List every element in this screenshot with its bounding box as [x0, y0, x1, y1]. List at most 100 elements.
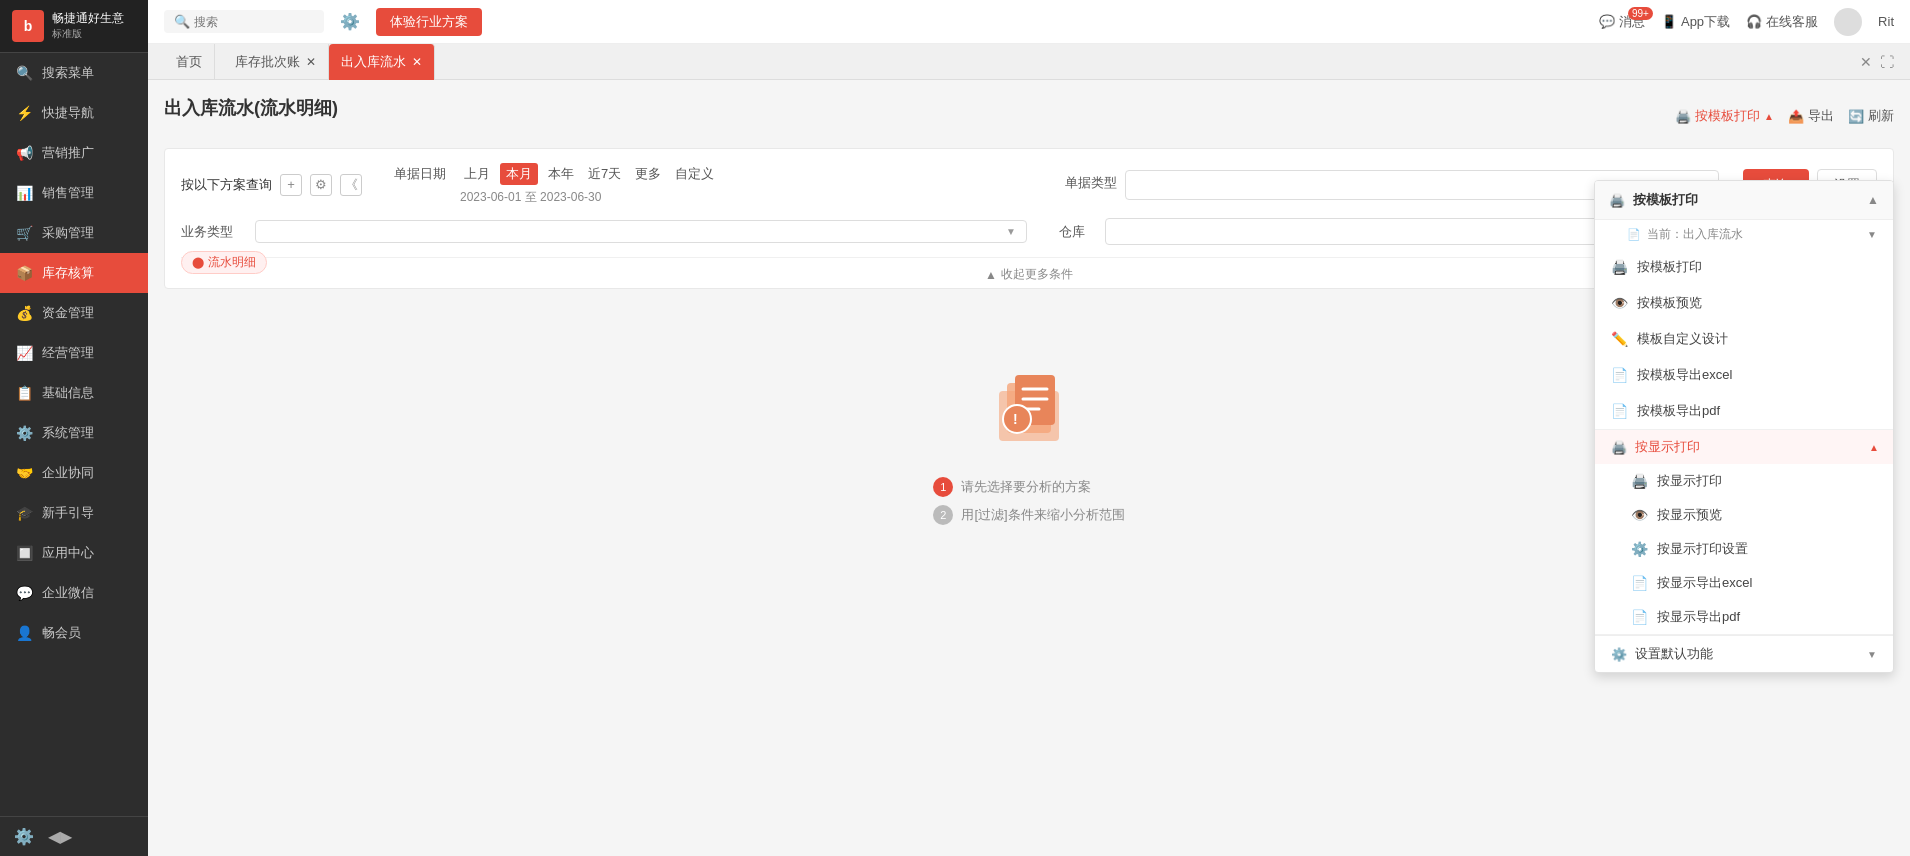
sidebar-item-system-label: 系统管理 [42, 424, 94, 442]
toggle-icon[interactable]: ◀▶ [48, 827, 72, 846]
message-badge[interactable]: 💬 消息 99+ [1599, 13, 1645, 31]
shortcut-last-month[interactable]: 上月 [460, 163, 494, 185]
biz-type-select[interactable]: ▼ [255, 220, 1027, 243]
dropdown-display-print[interactable]: 🖨️ 按显示打印 [1595, 464, 1893, 498]
online-service[interactable]: 🎧 在线客服 [1746, 13, 1818, 31]
sidebar-item-member[interactable]: 👤 畅会员 [0, 613, 148, 653]
sidebar-item-search[interactable]: 🔍 搜索菜单 [0, 53, 148, 93]
settings-icon[interactable]: ⚙️ [14, 827, 34, 846]
shortcut-7days[interactable]: 近7天 [584, 163, 625, 185]
refresh-action[interactable]: 🔄 刷新 [1848, 107, 1894, 125]
dropdown-display-pdf[interactable]: 📄 按显示导出pdf [1595, 600, 1893, 634]
window-controls: ✕ ⛶ [1860, 54, 1894, 70]
template-print-icon: 🖨️ [1611, 259, 1627, 275]
search-icon: 🔍 [174, 14, 190, 29]
sidebar-item-inventory[interactable]: 📦 库存核算 [0, 253, 148, 293]
chevron-up-collapse-icon: ▲ [985, 268, 997, 282]
logo-subtitle: 标准版 [52, 27, 124, 41]
search-icon: 🔍 [14, 63, 34, 83]
shortcut-custom[interactable]: 自定义 [671, 163, 718, 185]
appcenter-icon: 🔲 [14, 543, 34, 563]
basics-icon: 📋 [14, 383, 34, 403]
export-action[interactable]: 📤 导出 [1788, 107, 1834, 125]
warehouse-label: 仓库 [1059, 223, 1089, 241]
date-field-label: 单据日期 [394, 165, 452, 183]
page-title: 出入库流水(流水明细) [164, 96, 338, 120]
dropdown-print-icon: 🖨️ [1609, 193, 1625, 208]
sidebar-item-corpwechat[interactable]: 💬 企业微信 [0, 573, 148, 613]
sidebar-bottom: ⚙️ ◀▶ [0, 816, 148, 856]
sidebar-item-sales[interactable]: 📊 销售管理 [0, 173, 148, 213]
sidebar-item-guide[interactable]: 🎓 新手引导 [0, 493, 148, 533]
print-action[interactable]: 🖨️ 按模板打印 ▲ [1675, 107, 1774, 125]
sidebar-item-operations-label: 经营管理 [42, 344, 94, 362]
dropdown-template-excel[interactable]: 📄 按模板导出excel [1595, 357, 1893, 393]
shortcut-this-year[interactable]: 本年 [544, 163, 578, 185]
display-preview-icon: 👁️ [1631, 507, 1647, 523]
empty-steps: 1 请先选择要分析的方案 2 用[过滤]条件来缩小分析范围 [933, 477, 1124, 525]
page-body: 出入库流水(流水明细) 🖨️ 按模板打印 ▲ 📤 导出 🔄 刷新 [148, 80, 1910, 856]
filter-add-button[interactable]: + [280, 174, 302, 196]
dropdown-display-header[interactable]: 🖨️ 按显示打印 ▲ [1595, 430, 1893, 464]
sidebar-item-finance[interactable]: 💰 资金管理 [0, 293, 148, 333]
message-icon: 💬 [1599, 14, 1615, 29]
member-icon: 👤 [14, 623, 34, 643]
biz-type-label: 业务类型 [181, 223, 239, 241]
sidebar-item-finance-label: 资金管理 [42, 304, 94, 322]
sidebar-item-collab[interactable]: 🤝 企业协同 [0, 453, 148, 493]
filter-settings-button[interactable]: ⚙ [310, 174, 332, 196]
refresh-icon: 🔄 [1848, 109, 1864, 124]
sidebar-item-marketing[interactable]: 📢 营销推广 [0, 133, 148, 173]
dropdown-current: 📄 当前：出入库流水 ▼ [1595, 220, 1893, 249]
topbar: 🔍 ⚙️ 体验行业方案 💬 消息 99+ 📱 App下载 🎧 在线客服 Rit [148, 0, 1910, 44]
tab-flow-close[interactable]: ✕ [412, 55, 422, 69]
dropdown-display-preview[interactable]: 👁️ 按显示预览 [1595, 498, 1893, 532]
app-download[interactable]: 📱 App下载 [1661, 13, 1730, 31]
logo-title: 畅捷通好生意 [52, 11, 124, 27]
shortcut-more[interactable]: 更多 [631, 163, 665, 185]
sidebar-item-basics-label: 基础信息 [42, 384, 94, 402]
filter-collapse-button[interactable]: 《 [340, 174, 362, 196]
sidebar-item-purchase[interactable]: 🛒 采购管理 [0, 213, 148, 253]
maximize-window-icon[interactable]: ⛶ [1880, 54, 1894, 70]
sidebar-item-quicknav[interactable]: ⚡ 快捷导航 [0, 93, 148, 133]
dropdown-panel: 🖨️ 按模板打印 ▲ 📄 当前：出入库流水 ▼ 🖨️ 按模板打印 [1594, 180, 1894, 673]
gear-icon[interactable]: ⚙️ [340, 12, 360, 31]
display-print-icon: 🖨️ [1631, 473, 1647, 489]
dropdown-footer[interactable]: ⚙️ 设置默认功能 ▼ [1595, 635, 1893, 672]
dropdown-template-print[interactable]: 🖨️ 按模板打印 [1595, 249, 1893, 285]
trial-button[interactable]: 体验行业方案 [376, 8, 482, 36]
dropdown-display-excel[interactable]: 📄 按显示导出excel [1595, 566, 1893, 600]
shortcut-this-month[interactable]: 本月 [500, 163, 538, 185]
tab-batch[interactable]: 库存批次账 ✕ [223, 44, 329, 80]
dropdown-header: 🖨️ 按模板打印 ▲ [1595, 181, 1893, 220]
filter-tag-icon: ⬤ [192, 256, 204, 269]
dropdown-display-settings[interactable]: ⚙️ 按显示打印设置 [1595, 532, 1893, 566]
app-icon: 📱 [1661, 14, 1677, 29]
dropdown-template-preview[interactable]: 👁️ 按模板预览 [1595, 285, 1893, 321]
sidebar-logo: b 畅捷通好生意 标准版 [0, 0, 148, 53]
tab-flow[interactable]: 出入库流水 ✕ [329, 44, 435, 80]
step-2-num: 2 [933, 505, 953, 525]
collapse-button[interactable]: ▲ 收起更多条件 [985, 266, 1073, 283]
sidebar-item-search-label: 搜索菜单 [42, 64, 94, 82]
sidebar-item-operations[interactable]: 📈 经营管理 [0, 333, 148, 373]
tab-home[interactable]: 首页 [164, 44, 215, 80]
dropdown-scroll: 📄 当前：出入库流水 ▼ 🖨️ 按模板打印 👁️ 按模板预览 ✏️ 模板自定义设 [1595, 220, 1893, 672]
current-chevron: ▼ [1867, 229, 1877, 240]
logo-icon: b [12, 10, 44, 42]
close-window-icon[interactable]: ✕ [1860, 54, 1872, 70]
sidebar-item-sales-label: 销售管理 [42, 184, 94, 202]
sidebar-item-basics[interactable]: 📋 基础信息 [0, 373, 148, 413]
search-box: 🔍 [164, 10, 324, 33]
footer-settings-icon: ⚙️ [1611, 647, 1627, 662]
sidebar-item-appcenter[interactable]: 🔲 应用中心 [0, 533, 148, 573]
tab-batch-close[interactable]: ✕ [306, 55, 316, 69]
search-input[interactable] [194, 15, 294, 29]
username: Rit [1878, 14, 1894, 29]
dropdown-template-pdf[interactable]: 📄 按模板导出pdf [1595, 393, 1893, 429]
sidebar-item-inventory-label: 库存核算 [42, 264, 94, 282]
system-icon: ⚙️ [14, 423, 34, 443]
sidebar-item-system[interactable]: ⚙️ 系统管理 [0, 413, 148, 453]
dropdown-template-custom[interactable]: ✏️ 模板自定义设计 [1595, 321, 1893, 357]
